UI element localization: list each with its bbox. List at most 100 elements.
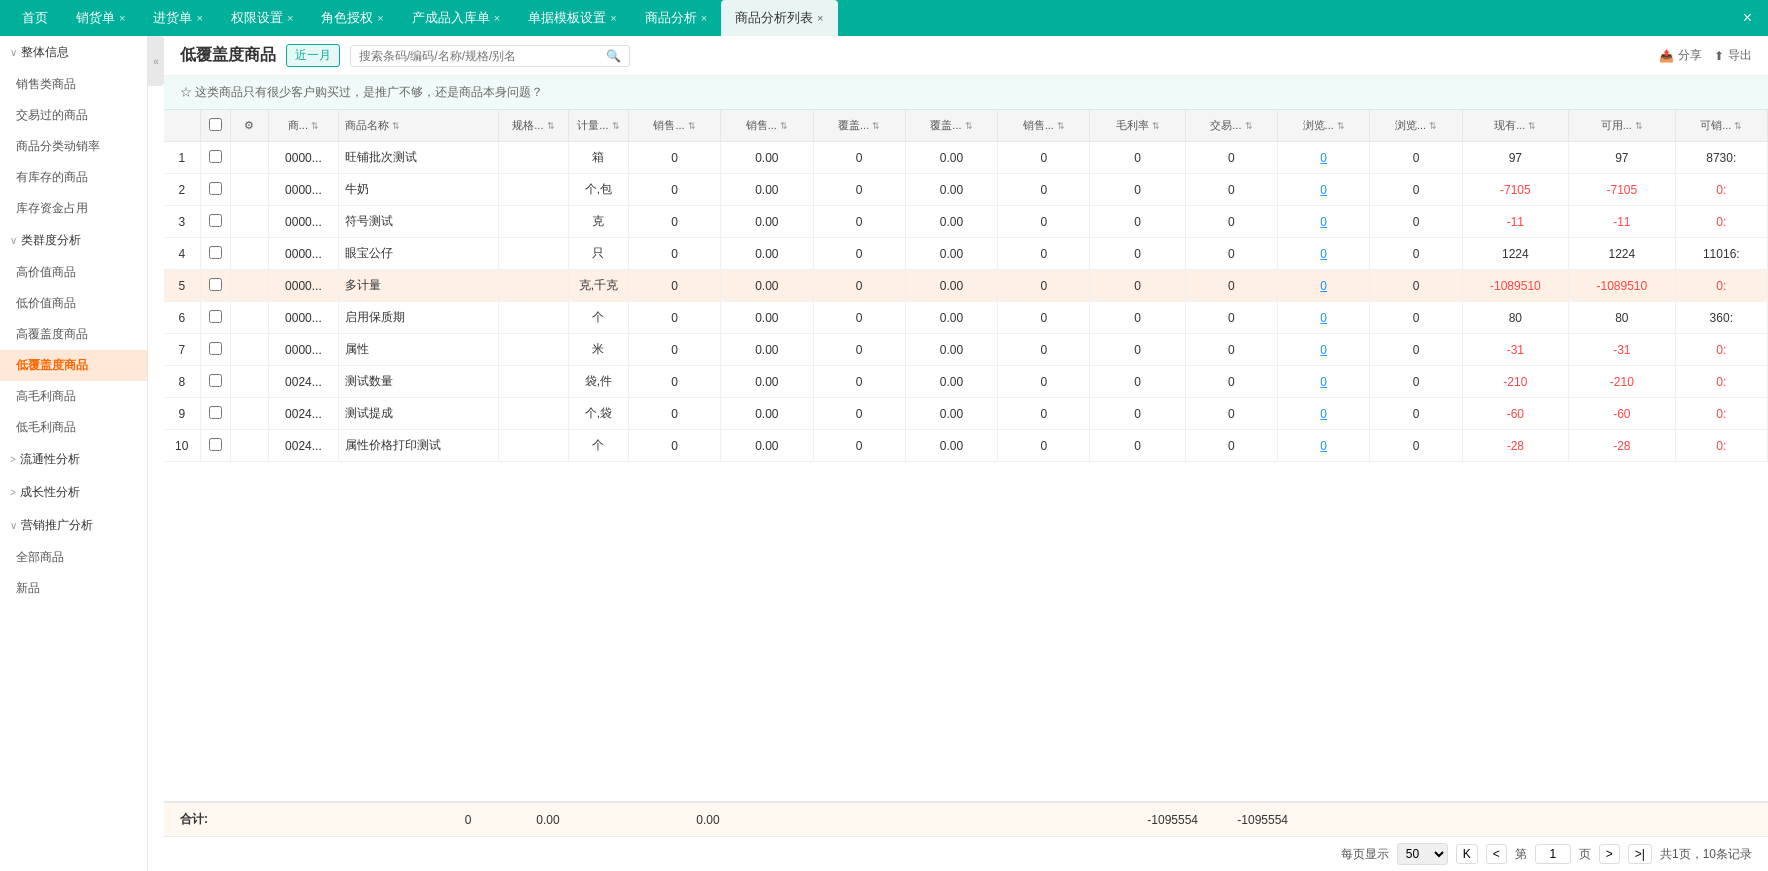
- nav-close-icon[interactable]: ×: [119, 12, 125, 24]
- th-cover-a[interactable]: 覆盖... ⇅: [813, 110, 905, 142]
- cell-index: 8: [164, 366, 200, 398]
- nav-sales-order[interactable]: 销货单 ×: [62, 0, 139, 36]
- last-page-button[interactable]: >|: [1628, 844, 1652, 864]
- th-settings[interactable]: ⚙: [230, 110, 268, 142]
- first-page-button[interactable]: K: [1456, 844, 1478, 864]
- cell-browse-a[interactable]: 0: [1278, 430, 1370, 462]
- nav-goods-analysis[interactable]: 商品分析 ×: [631, 0, 721, 36]
- cell-checkbox[interactable]: [200, 334, 230, 366]
- cell-checkbox[interactable]: [200, 398, 230, 430]
- sidebar-section-marketing[interactable]: ∨ 营销推广分析: [0, 509, 147, 542]
- nav-close-all-button[interactable]: ×: [1735, 9, 1760, 27]
- nav-permission[interactable]: 权限设置 ×: [217, 0, 307, 36]
- row-checkbox[interactable]: [209, 246, 222, 259]
- cell-browse-a[interactable]: 0: [1278, 270, 1370, 302]
- nav-close-icon[interactable]: ×: [494, 12, 500, 24]
- row-checkbox[interactable]: [209, 374, 222, 387]
- th-trade[interactable]: 交易... ⇅: [1185, 110, 1277, 142]
- page-number-input[interactable]: [1535, 844, 1571, 864]
- period-button[interactable]: 近一月: [286, 44, 340, 67]
- cell-checkbox[interactable]: [200, 366, 230, 398]
- sidebar-item-high-gross[interactable]: 高毛利商品: [0, 381, 147, 412]
- sidebar-collapse-button[interactable]: «: [148, 36, 164, 86]
- sidebar-section-circulation[interactable]: > 流通性分析: [0, 443, 147, 476]
- nav-close-icon[interactable]: ×: [287, 12, 293, 24]
- nav-home[interactable]: 首页: [8, 0, 62, 36]
- sidebar-item-low-coverage[interactable]: 低覆盖度商品: [0, 350, 147, 381]
- row-checkbox[interactable]: [209, 310, 222, 323]
- nav-purchase[interactable]: 进货单 ×: [139, 0, 216, 36]
- cell-browse-a[interactable]: 0: [1278, 334, 1370, 366]
- th-browse-a[interactable]: 浏览... ⇅: [1278, 110, 1370, 142]
- th-browse-b[interactable]: 浏览... ⇅: [1370, 110, 1462, 142]
- sidebar-item-low-gross[interactable]: 低毛利商品: [0, 412, 147, 443]
- th-unit[interactable]: 计量... ⇅: [568, 110, 628, 142]
- cell-checkbox[interactable]: [200, 238, 230, 270]
- search-input[interactable]: [359, 49, 600, 63]
- row-checkbox[interactable]: [209, 438, 222, 451]
- cell-available: 1224: [1569, 238, 1675, 270]
- th-current[interactable]: 现有... ⇅: [1462, 110, 1568, 142]
- row-checkbox[interactable]: [209, 406, 222, 419]
- cell-checkbox[interactable]: [200, 430, 230, 462]
- sidebar-item-sales-goods[interactable]: 销售类商品: [0, 69, 147, 100]
- th-sales-qty[interactable]: 销售... ⇅: [628, 110, 720, 142]
- sidebar-item-stock-goods[interactable]: 有库存的商品: [0, 162, 147, 193]
- export-button[interactable]: ⬆ 导出: [1714, 47, 1752, 64]
- sidebar-item-new-goods[interactable]: 新品: [0, 573, 147, 604]
- sidebar-section-overall[interactable]: ∨ 整体信息: [0, 36, 147, 69]
- cell-checkbox[interactable]: [200, 206, 230, 238]
- th-code[interactable]: 商... ⇅: [268, 110, 338, 142]
- th-gross-rate[interactable]: 毛利率 ⇅: [1090, 110, 1185, 142]
- cell-checkbox[interactable]: [200, 142, 230, 174]
- cell-checkbox[interactable]: [200, 174, 230, 206]
- sidebar-item-high-value[interactable]: 高价值商品: [0, 257, 147, 288]
- row-checkbox[interactable]: [209, 278, 222, 291]
- row-checkbox[interactable]: [209, 214, 222, 227]
- nav-close-icon[interactable]: ×: [377, 12, 383, 24]
- search-icon[interactable]: 🔍: [606, 49, 621, 63]
- th-spec[interactable]: 规格... ⇅: [498, 110, 568, 142]
- sidebar-item-low-value[interactable]: 低价值商品: [0, 288, 147, 319]
- sidebar-item-high-coverage[interactable]: 高覆盖度商品: [0, 319, 147, 350]
- cell-browse-a[interactable]: 0: [1278, 366, 1370, 398]
- cell-trade: 0: [1185, 174, 1277, 206]
- row-checkbox[interactable]: [209, 182, 222, 195]
- cell-browse-a[interactable]: 0: [1278, 398, 1370, 430]
- prev-page-button[interactable]: <: [1486, 844, 1507, 864]
- row-checkbox[interactable]: [209, 150, 222, 163]
- row-checkbox[interactable]: [209, 342, 222, 355]
- cell-browse-a[interactable]: 0: [1278, 174, 1370, 206]
- th-sellable[interactable]: 可销... ⇅: [1675, 110, 1767, 142]
- nav-product-in[interactable]: 产成品入库单 ×: [398, 0, 514, 36]
- nav-close-icon[interactable]: ×: [610, 12, 616, 24]
- cell-browse-a[interactable]: 0: [1278, 302, 1370, 334]
- nav-role[interactable]: 角色授权 ×: [307, 0, 397, 36]
- th-sales-c[interactable]: 销售... ⇅: [998, 110, 1090, 142]
- cell-checkbox[interactable]: [200, 270, 230, 302]
- sidebar-section-cluster[interactable]: ∨ 类群度分析: [0, 224, 147, 257]
- th-sales-amt[interactable]: 销售... ⇅: [721, 110, 813, 142]
- select-all-checkbox[interactable]: [209, 118, 222, 131]
- share-button[interactable]: 📤 分享: [1659, 47, 1702, 64]
- nav-goods-analysis-list[interactable]: 商品分析列表 ×: [721, 0, 837, 36]
- cell-checkbox[interactable]: [200, 302, 230, 334]
- cell-name: 符号测试: [338, 206, 498, 238]
- sidebar-item-all-goods[interactable]: 全部商品: [0, 542, 147, 573]
- nav-close-icon[interactable]: ×: [196, 12, 202, 24]
- next-page-button[interactable]: >: [1599, 844, 1620, 864]
- cell-browse-a[interactable]: 0: [1278, 206, 1370, 238]
- th-name[interactable]: 商品名称 ⇅: [338, 110, 498, 142]
- sidebar-item-category-rate[interactable]: 商品分类动销率: [0, 131, 147, 162]
- sidebar-section-growth[interactable]: > 成长性分析: [0, 476, 147, 509]
- th-cover-b[interactable]: 覆盖... ⇅: [905, 110, 997, 142]
- sidebar-item-stock-capital[interactable]: 库存资金占用: [0, 193, 147, 224]
- nav-close-icon[interactable]: ×: [701, 12, 707, 24]
- nav-close-icon[interactable]: ×: [817, 12, 823, 24]
- per-page-select[interactable]: 50 100 200: [1397, 843, 1448, 865]
- cell-browse-a[interactable]: 0: [1278, 142, 1370, 174]
- cell-browse-a[interactable]: 0: [1278, 238, 1370, 270]
- sidebar-item-traded-goods[interactable]: 交易过的商品: [0, 100, 147, 131]
- nav-template[interactable]: 单据模板设置 ×: [514, 0, 630, 36]
- th-available[interactable]: 可用... ⇅: [1569, 110, 1675, 142]
